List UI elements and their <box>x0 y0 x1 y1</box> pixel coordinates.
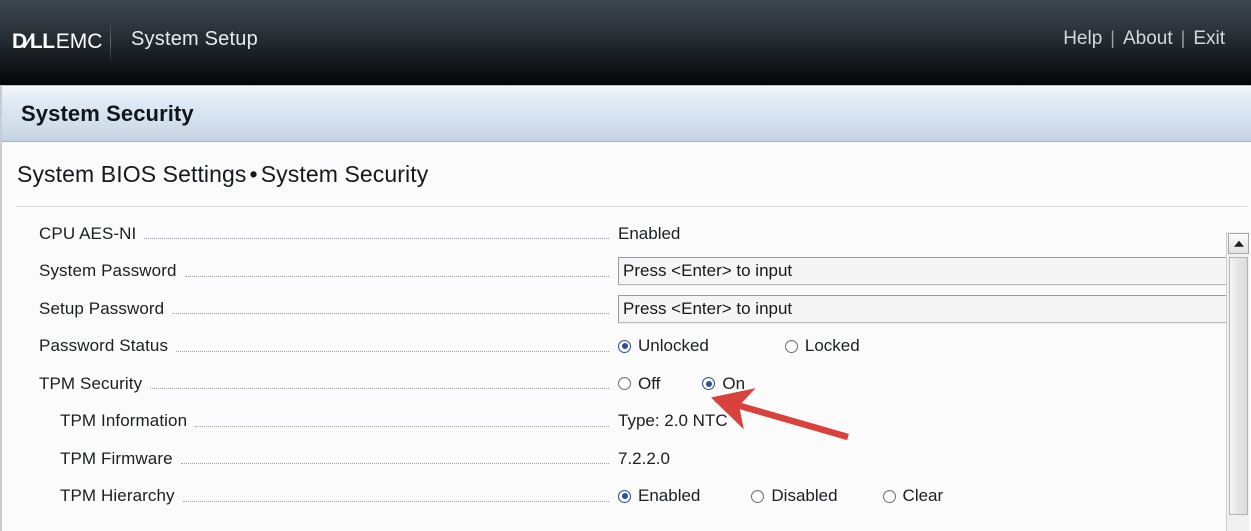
breadcrumb: System BIOS Settings • System Security <box>17 161 428 188</box>
setting-row: TPM Information Type: 2.0 NTC <box>2 403 1251 441</box>
dotted-leader <box>176 350 609 352</box>
emc-wordmark: EMC <box>55 30 103 53</box>
dotted-leader <box>144 238 609 240</box>
radio-option-label: Disabled <box>771 486 838 506</box>
setting-value: Unlocked Locked <box>618 336 1251 356</box>
dell-emc-logo: D∕LL EMC <box>12 27 102 57</box>
setting-value: Off On <box>618 374 1251 394</box>
radio-unselected-icon[interactable] <box>882 489 896 503</box>
radio-group: Unlocked Locked <box>618 336 860 356</box>
radio-option-label: On <box>722 373 746 393</box>
radio-unselected-icon[interactable] <box>784 339 798 353</box>
setting-row: CPU AES-NI Enabled <box>2 215 1251 253</box>
setting-label: TPM Hierarchy <box>60 486 175 506</box>
setting-row: Password Status Unlocked Locked <box>2 328 1251 366</box>
radio-selected-icon[interactable] <box>618 489 631 503</box>
breadcrumb-separator-dot: • <box>249 160 258 187</box>
title-bar: D∕LL EMC System Setup Help | About | Exi… <box>0 0 1251 85</box>
dell-wordmark-text: D∕LL <box>12 30 55 53</box>
radio-option-label: Off <box>638 373 661 393</box>
app-title: System Setup <box>131 28 258 50</box>
triangle-up-glyph <box>1233 240 1244 247</box>
radio-group: Off On <box>618 374 745 394</box>
page-title: System Security <box>21 100 194 126</box>
setting-row: System Password Press <Enter> to input <box>2 253 1251 291</box>
section-title-bar: System Security <box>2 86 1251 142</box>
vertical-scrollbar[interactable] <box>1226 232 1249 531</box>
setting-row: TPM Firmware 7.2.2.0 <box>2 440 1251 478</box>
breadcrumb-area: System BIOS Settings • System Security <box>2 142 1251 206</box>
setting-value: Type: 2.0 NTC <box>618 411 1251 431</box>
brand-divider <box>110 20 111 64</box>
setting-value: Enabled Disabled Clear <box>618 486 1251 506</box>
exit-link[interactable]: Exit <box>1185 28 1233 50</box>
setting-value-text: Type: 2.0 NTC <box>618 411 728 431</box>
password-input-field[interactable]: Press <Enter> to input <box>618 294 1246 323</box>
password-input-field[interactable]: Press <Enter> to input <box>618 257 1246 286</box>
radio-option-label: Enabled <box>638 486 701 506</box>
setting-row: TPM Security Off On <box>2 365 1251 403</box>
setting-label: Setup Password <box>39 298 165 318</box>
system-setup-window: D∕LL EMC System Setup Help | About | Exi… <box>0 0 1251 531</box>
radio-unselected-icon[interactable] <box>751 489 765 503</box>
radio-unselected-icon[interactable] <box>618 377 631 391</box>
scrollbar-thumb[interactable] <box>1229 257 1248 515</box>
dotted-leader <box>150 388 609 390</box>
dotted-leader <box>172 313 609 315</box>
top-nav: Help | About | Exit <box>1055 28 1233 50</box>
breadcrumb-current: System Security <box>260 160 429 187</box>
radio-group: Enabled Disabled Clear <box>618 486 943 506</box>
setting-row: Setup Password Press <Enter> to input <box>2 290 1251 328</box>
scroll-up-arrow-icon[interactable] <box>1228 233 1249 254</box>
radio-option-label: Clear <box>902 486 944 506</box>
radio-option[interactable]: Locked <box>784 336 860 356</box>
page-frame: System Security System BIOS Settings • Sys… <box>0 85 1251 531</box>
setting-value-text: Enabled <box>618 223 681 243</box>
radio-option[interactable]: Clear <box>882 486 944 506</box>
radio-option[interactable]: Enabled <box>618 486 700 506</box>
dotted-leader <box>180 463 609 465</box>
about-link[interactable]: About <box>1115 28 1181 50</box>
radio-option[interactable]: On <box>702 374 745 394</box>
dotted-leader <box>195 425 609 427</box>
breadcrumb-parent[interactable]: System BIOS Settings <box>17 161 247 187</box>
setting-label: TPM Information <box>60 411 188 431</box>
setting-label: TPM Security <box>39 373 143 393</box>
setting-value: 7.2.2.0 <box>618 449 1251 469</box>
radio-selected-icon[interactable] <box>618 339 631 353</box>
radio-option[interactable]: Disabled <box>751 486 838 506</box>
setting-row: TPM Hierarchy Enabled Disabled Clear <box>2 478 1251 516</box>
radio-option-label: Locked <box>804 336 860 356</box>
setting-value-text: 7.2.2.0 <box>618 448 670 468</box>
settings-list: CPU AES-NI Enabled System Password Press <E… <box>2 207 1251 531</box>
help-link[interactable]: Help <box>1055 28 1110 50</box>
setting-value: Enabled <box>618 224 1251 244</box>
dotted-leader <box>184 275 609 277</box>
setting-label: System Password <box>39 261 177 281</box>
radio-option[interactable]: Unlocked <box>618 336 709 356</box>
setting-value: Press <Enter> to input <box>618 294 1251 323</box>
dell-wordmark: D∕LL <box>12 30 55 54</box>
radio-selected-icon[interactable] <box>702 377 716 391</box>
setting-value: Press <Enter> to input <box>618 257 1251 286</box>
setting-label: CPU AES-NI <box>39 223 137 243</box>
setting-label: TPM Firmware <box>60 448 173 468</box>
radio-option-label: Unlocked <box>638 336 709 356</box>
setting-label: Password Status <box>39 336 169 356</box>
dotted-leader <box>182 500 609 502</box>
radio-option[interactable]: Off <box>618 374 660 394</box>
